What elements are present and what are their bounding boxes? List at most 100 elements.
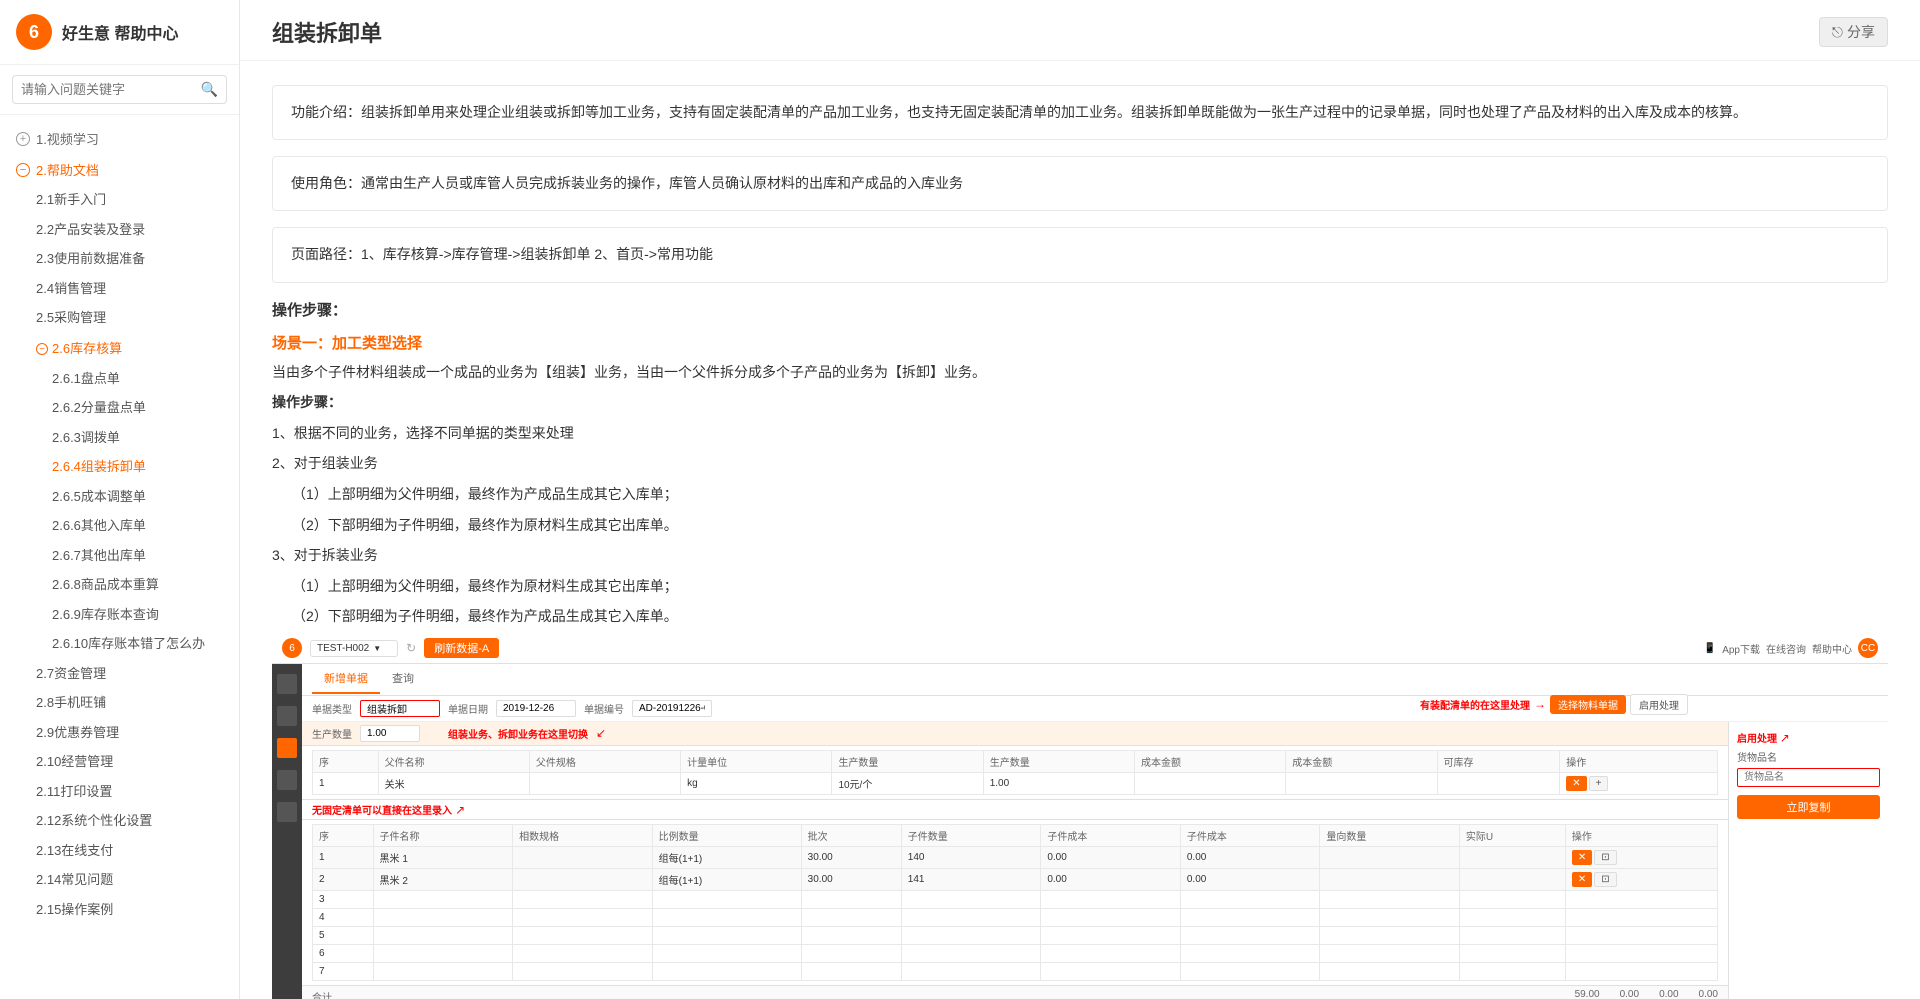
- table-row: 1 关米 kg 10元/个 1.00: [313, 772, 1718, 794]
- expand-icon-cat1: +: [16, 132, 30, 146]
- mini-nav-icon-active: [277, 738, 297, 758]
- sidebar-item-sub22[interactable]: 2.2产品安装及登录: [36, 215, 239, 245]
- app-table-container: 生产数量 组装业务、拆卸业务在这里切换 ↙: [302, 722, 1728, 999]
- sidebar-item-cat1[interactable]: + 1.视频学习: [0, 123, 239, 154]
- search-area: 🔍: [0, 65, 239, 115]
- sidebar-item-sub2610[interactable]: 2.6.10库存账本错了怎么办: [52, 629, 239, 659]
- row-edit-btn-1[interactable]: ✕: [1572, 850, 1592, 865]
- sidebar-item-sub264[interactable]: 2.6.4组装拆卸单: [52, 452, 239, 482]
- table-row: 5: [313, 926, 1718, 944]
- col-b-ops: 操作: [1565, 824, 1717, 846]
- sidebar-item-sub29[interactable]: 2.9优惠券管理: [36, 718, 239, 748]
- sidebar-item-sub212[interactable]: 2.12系统个性化设置: [36, 806, 239, 836]
- share-icon: ⎋: [1832, 24, 1843, 41]
- col-b-cost2: 子件成本: [1180, 824, 1320, 846]
- bottom-table-area: 序 子件名称 相数规格 比例数量 批次 子件数量 子件成本 子件: [302, 820, 1728, 985]
- table-row: 1 黑米 1 组每(1+1) 30.00 140 0.00 0: [313, 846, 1718, 868]
- annotation-4-text: 组装业务、拆卸业务在这里切换: [448, 726, 588, 741]
- col-b-spec: 相数规格: [513, 824, 653, 846]
- search-icon[interactable]: 🔍: [201, 81, 218, 98]
- mini-nav-icon-1: [277, 674, 297, 694]
- main: 组装拆卸单 ⎋ 分享 功能介绍：组装拆卸单用来处理企业组装或拆卸等加工业务，支持…: [240, 0, 1920, 999]
- type-input[interactable]: [360, 700, 440, 717]
- total-label: 合计: [312, 989, 332, 999]
- scenario1-desc: 当由多个子件材料组装成一个成品的业务为【组装】业务，当由一个父件拆分成多个子产品…: [272, 359, 1888, 386]
- intro-block-3: 页面路径：1、库存核算->库存管理->组装拆卸单 2、首页->常用功能: [272, 227, 1888, 282]
- select-material-button[interactable]: 选择物料单据: [1550, 695, 1626, 714]
- company-select[interactable]: TEST-H002 ▼: [310, 640, 398, 657]
- help-center-label: 帮助中心: [1812, 641, 1852, 656]
- row-copy-btn-1[interactable]: ⊡: [1594, 850, 1616, 865]
- top-table-area: 序 父件名称 父件规格 计量单位 生产数量 生产数量 成本金额: [302, 746, 1728, 799]
- sidebar-item-sub25[interactable]: 2.5采购管理: [36, 303, 239, 333]
- enable-process-button[interactable]: 启用处理: [1630, 694, 1688, 715]
- sidebar-item-sub26[interactable]: − 2.6库存核算: [36, 333, 239, 364]
- sidebar-item-sub269[interactable]: 2.6.9库存账本查询: [52, 600, 239, 630]
- app-right-panel: 启用处理 ↗ 货物品名 立即复制: [1728, 722, 1888, 999]
- row-add-button[interactable]: +: [1589, 776, 1609, 791]
- no-input[interactable]: [632, 700, 712, 717]
- col-seq: 序: [313, 750, 379, 772]
- collapse-icon-cat2: −: [16, 163, 30, 177]
- brand-name: 好生意 帮助中心: [62, 20, 178, 44]
- refresh-data-button[interactable]: 刷新数据-A: [424, 638, 499, 658]
- sidebar-item-sub28[interactable]: 2.8手机旺铺: [36, 688, 239, 718]
- col-stock: 可库存: [1437, 750, 1560, 772]
- app-tab-new[interactable]: 新增单据: [312, 664, 380, 694]
- row-edit-btn-2[interactable]: ✕: [1572, 872, 1592, 887]
- date-input[interactable]: [496, 700, 576, 717]
- search-input[interactable]: [21, 82, 201, 97]
- annotation-1: 有装配清单的在这里处理 → 选择物料单据 启用处理: [1420, 694, 1688, 715]
- step3-sub2: （2）下部明细为子件明细，最终作为产成品生成其它入库单。: [292, 603, 1888, 630]
- col-parent-name: 父件名称: [378, 750, 529, 772]
- content-area: 功能介绍：组装拆卸单用来处理企业组装或拆卸等加工业务，支持有固定装配清单的产品加…: [240, 61, 1920, 999]
- sidebar-item-sub262[interactable]: 2.6.2分量盘点单: [52, 393, 239, 423]
- mini-nav-icon-2: [277, 706, 297, 726]
- app-content: 新增单据 查询 单据类型 单据日期 单据编号: [272, 664, 1888, 999]
- app-sidebar-mini: [272, 664, 302, 999]
- col-ops: 操作: [1560, 750, 1718, 772]
- sidebar-item-sub211[interactable]: 2.11打印设置: [36, 777, 239, 807]
- sidebar-item-sub21[interactable]: 2.1新手入门: [36, 185, 239, 215]
- sidebar-item-sub210[interactable]: 2.10经营管理: [36, 747, 239, 777]
- search-box[interactable]: 🔍: [12, 75, 227, 104]
- mini-nav-icon-4: [277, 802, 297, 822]
- share-button[interactable]: ⎋ 分享: [1819, 17, 1888, 47]
- production-qty-input[interactable]: [360, 725, 420, 742]
- sidebar-item-sub263[interactable]: 2.6.3调拨单: [52, 423, 239, 453]
- sidebar-item-sub261[interactable]: 2.6.1盘点单: [52, 364, 239, 394]
- user-avatar: CC: [1858, 638, 1878, 658]
- table-row: 6: [313, 944, 1718, 962]
- table-row: 7: [313, 962, 1718, 980]
- confirm-copy-button[interactable]: 立即复制: [1737, 795, 1880, 819]
- col-b-actual: 量向数量: [1320, 824, 1460, 846]
- col-b-ratio: 比例数量: [652, 824, 801, 846]
- sidebar-item-sub213[interactable]: 2.13在线支付: [36, 836, 239, 866]
- sidebar-item-cat2[interactable]: − 2.帮助文档: [0, 154, 239, 185]
- sidebar-item-sub27[interactable]: 2.7资金管理: [36, 659, 239, 689]
- sidebar-item-sub268[interactable]: 2.6.8商品成本重算: [52, 570, 239, 600]
- sidebar-item-sub267[interactable]: 2.6.7其他出库单: [52, 541, 239, 571]
- col-cost-amt: 成本金额: [1134, 750, 1285, 772]
- sidebar-item-sub266[interactable]: 2.6.6其他入库单: [52, 511, 239, 541]
- bottom-totals-row: 合计 59.00 0.00 0.00 0.00: [302, 985, 1728, 999]
- table-row: 4: [313, 908, 1718, 926]
- goods-name-input[interactable]: [1737, 768, 1880, 787]
- step3-sub1: （1）上部明细为父件明细，最终作为原材料生成其它出库单；: [292, 573, 1888, 600]
- app-tab-query[interactable]: 查询: [380, 664, 426, 694]
- company-label: TEST-H002: [317, 643, 369, 654]
- sidebar-item-sub265[interactable]: 2.6.5成本调整单: [52, 482, 239, 512]
- logo-area: 6 好生意 帮助中心: [0, 0, 239, 65]
- row-edit-button[interactable]: ✕: [1566, 776, 1586, 791]
- total-qty: 59.00: [1575, 989, 1600, 999]
- sidebar-item-sub24[interactable]: 2.4销售管理: [36, 274, 239, 304]
- chevron-icon: ▼: [373, 644, 381, 653]
- sidebar-item-sub214[interactable]: 2.14常见问题: [36, 865, 239, 895]
- sidebar-item-sub215[interactable]: 2.15操作案例: [36, 895, 239, 925]
- collapse-icon-sub26: −: [36, 343, 48, 355]
- intro-block-2: 使用角色：通常由生产人员或库管人员完成拆装业务的操作，库管人员确认原材料的出库和…: [272, 156, 1888, 211]
- total-cost3: 0.00: [1699, 989, 1718, 999]
- annotation-arrow-3: ↗: [1780, 731, 1790, 745]
- sidebar-item-sub23[interactable]: 2.3使用前数据准备: [36, 244, 239, 274]
- row-copy-btn-2[interactable]: ⊡: [1594, 872, 1616, 887]
